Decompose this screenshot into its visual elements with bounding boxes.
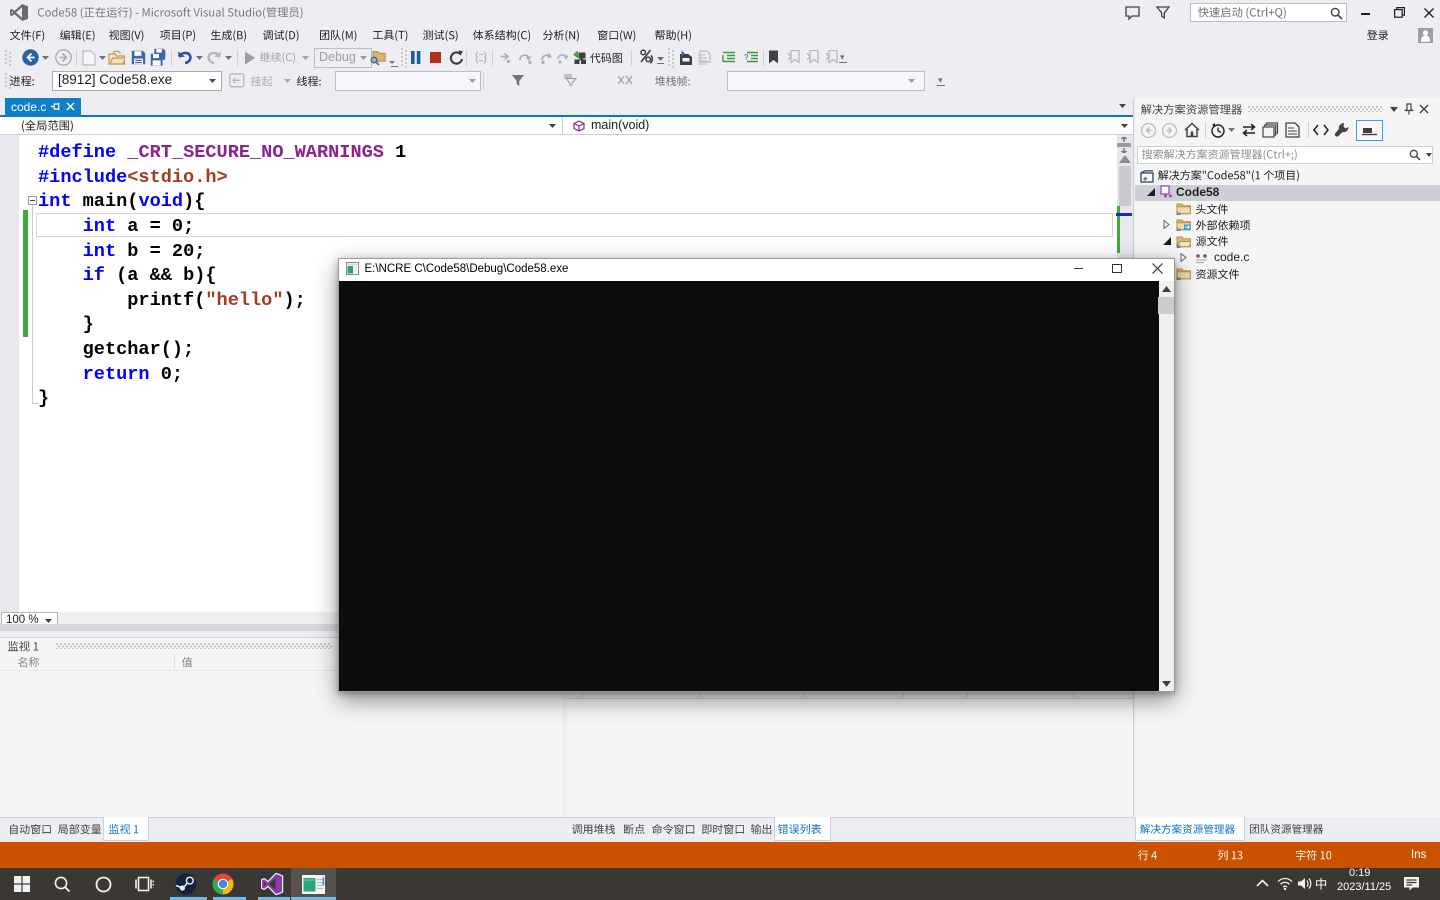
svg-text:?: ? (744, 53, 749, 62)
